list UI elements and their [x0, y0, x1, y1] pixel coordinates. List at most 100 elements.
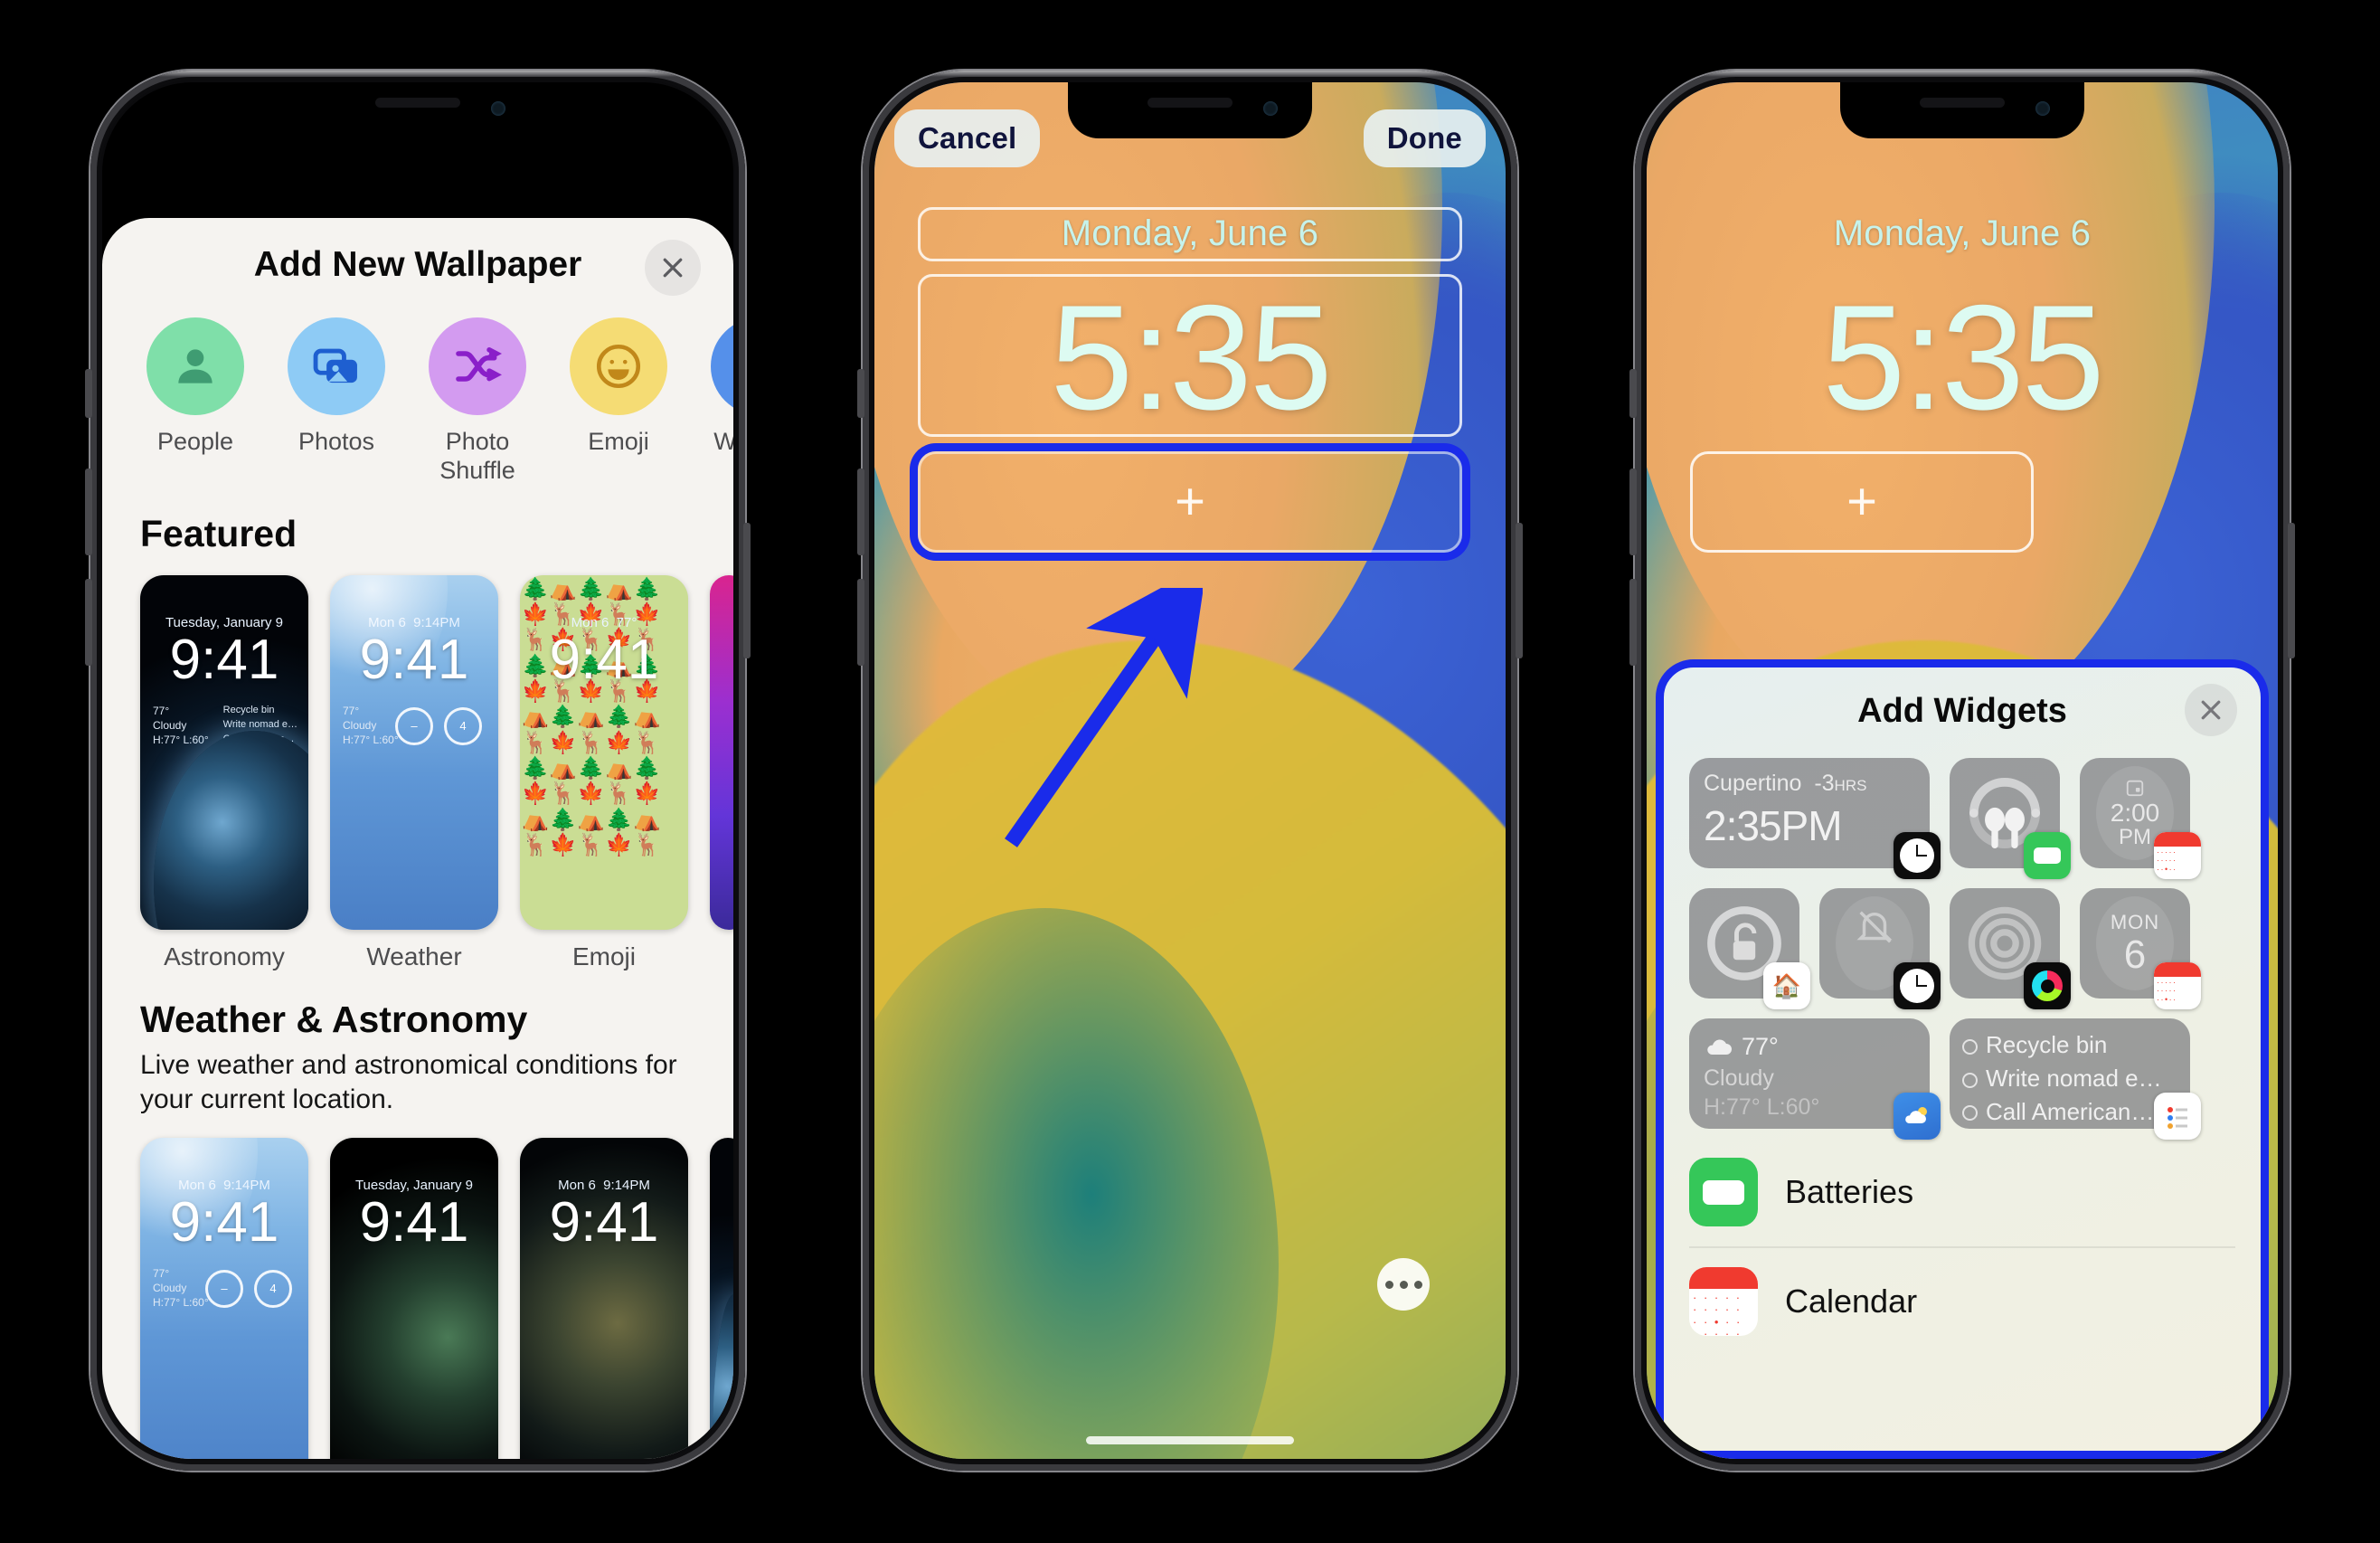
fitness-app-icon — [2024, 962, 2071, 1009]
power-button[interactable] — [743, 523, 751, 658]
batteries-widget[interactable] — [1950, 758, 2071, 879]
home-indicator[interactable] — [1086, 1436, 1294, 1444]
list-item-batteries[interactable]: Batteries — [1689, 1138, 2235, 1246]
category-label: Photo Shuffle — [439, 428, 515, 484]
ellipsis-icon[interactable] — [1377, 1258, 1430, 1311]
widget-gallery-grid: Cupertino -3HRS 2:35PM 2:00 PM ····· ···… — [1664, 754, 2261, 1140]
wallpaper-thumb-wa-2[interactable]: Tuesday, January 9 9:41 — [330, 1137, 498, 1459]
weather-widget[interactable]: 77° Cloudy H:77° L:60° — [1689, 1018, 1941, 1140]
wallpaper-thumb-weather[interactable]: Mon 6 9:14PM 9:41 77° Cloudy H:77° L:60°… — [330, 574, 498, 971]
volume-up-button[interactable] — [85, 469, 92, 555]
list-item-calendar[interactable]: · · · · · · · · · · · · • · · · · · · · Cal… — [1689, 1246, 2235, 1355]
weather-app-icon — [1894, 1093, 1941, 1140]
day-number: 6 — [2123, 932, 2147, 977]
thumb-preview: 🌲⛺🌲⛺🌲🍁🦌🍁🦌🍁🦌🍁🦌🍁🦌🌲⛺🌲⛺🌲🍁🦌🍁🦌🍁⛺🌲⛺🌲⛺🦌🍁🦌🍁🦌🌲⛺🌲⛺🌲… — [520, 574, 688, 930]
reminders-app-icon — [2154, 1093, 2201, 1140]
fitness-rings-widget[interactable] — [1950, 888, 2071, 1009]
section-description: Live weather and astronomical conditions… — [140, 1049, 677, 1115]
category-people[interactable]: People — [140, 317, 250, 486]
calendar-event-widget[interactable]: 2:00 PM ····· ····· ··•·· — [2080, 758, 2201, 879]
done-button[interactable]: Done — [1363, 109, 1486, 167]
wallpaper-thumb-emoji[interactable]: 🌲⛺🌲⛺🌲🍁🦌🍁🦌🍁🦌🍁🦌🍁🦌🌲⛺🌲⛺🌲🍁🦌🍁🦌🍁⛺🌲⛺🌲⛺🦌🍁🦌🍁🦌🌲⛺🌲⛺🌲… — [520, 574, 688, 971]
calendar-glyph-icon — [2126, 780, 2144, 796]
thumb-temp: 77° — [153, 704, 170, 717]
phone-device-1: Add New Wallpaper People Photos Photo Sh… — [85, 71, 751, 1471]
category-emoji[interactable]: Emoji — [563, 317, 674, 486]
featured-thumb-row: Tuesday, January 9 9:41 77° Cloudy H:77°… — [102, 555, 733, 971]
widget-ring-icon: – — [395, 706, 433, 745]
reminder-text: Call American… — [1986, 1097, 2155, 1125]
add-widgets-panel: Add Widgets Cupertino -3HRS 2:35PM 2:00 … — [1656, 659, 2269, 1459]
wallpaper-thumb-wa-3[interactable]: Mon 6 9:14PM 9:41 — [520, 1137, 688, 1459]
reminder-row: Recycle bin — [1962, 1028, 2190, 1062]
wallpaper-thumb-wa-partial[interactable] — [710, 1137, 733, 1459]
sheet-header: Add New Wallpaper — [102, 218, 733, 312]
earpiece-speaker — [1148, 98, 1232, 108]
offset-unit: HRS — [1834, 777, 1867, 794]
reminder-item: Call American… — [222, 733, 295, 744]
widget-ring-icon: 4 — [444, 706, 482, 745]
category-photos[interactable]: Photos — [281, 317, 392, 486]
thumb-time: 9:41 — [359, 628, 469, 691]
screenshot-stage: Add New Wallpaper People Photos Photo Sh… — [0, 0, 2380, 1543]
widget-slot-add[interactable]: + — [1690, 451, 2034, 553]
thumb-preview — [710, 574, 733, 930]
mute-switch[interactable] — [85, 369, 92, 418]
thumb-temp: 77° — [153, 1266, 170, 1280]
panel-title: Add Widgets — [1857, 691, 2067, 730]
world-clock-widget[interactable]: Cupertino -3HRS 2:35PM — [1689, 758, 1941, 879]
thumb-weather: 77° Cloudy H:77° L:60° — [153, 704, 209, 748]
mute-switch[interactable] — [1629, 369, 1637, 418]
reminder-text: Write nomad e… — [1986, 1064, 2162, 1092]
thumb-hilo: H:77° L:60° — [153, 734, 209, 747]
mute-switch[interactable] — [857, 369, 864, 418]
clock-app-icon — [1894, 962, 1941, 1009]
widget-row: 🏠 MON 6 ····· ····· ··•·· — [1689, 888, 2235, 1009]
calendar-date-widget[interactable]: MON 6 ····· ····· ··•·· — [2080, 888, 2201, 1009]
thumb-label: Astronomy — [164, 942, 285, 970]
notch-1 — [296, 82, 540, 138]
checkbox-icon — [1962, 1105, 1978, 1122]
section-title-featured: Featured — [140, 512, 298, 554]
section-title-weather-astronomy: Weather & Astronomy — [140, 998, 528, 1040]
close-icon[interactable] — [645, 240, 701, 296]
thumb-temp: 77° — [343, 704, 360, 717]
wallpaper-thumb-wa-1[interactable]: Mon 6 9:14PM 9:41 77° Cloudy H:77° L:60°… — [140, 1137, 308, 1459]
wallpaper-thumb-partial[interactable] — [710, 574, 733, 971]
reminders-widget[interactable]: Recycle bin Write nomad e… Call American… — [1950, 1018, 2201, 1140]
volume-down-button[interactable] — [1629, 579, 1637, 666]
thumb-date-text: Mon 6 — [368, 614, 406, 630]
widget-row: 77° Cloudy H:77° L:60° Recycle bin Write… — [1689, 1018, 2235, 1140]
alarm-widget[interactable] — [1819, 888, 1941, 1009]
volume-down-button[interactable] — [857, 579, 864, 666]
thumb-time: 9:41 — [549, 628, 659, 691]
category-weather[interactable]: Weather — [704, 317, 733, 486]
bell-slash-icon — [1856, 911, 1893, 943]
widget-ring-icon: – — [205, 1269, 243, 1308]
plus-icon: + — [1846, 471, 1877, 531]
category-label: Weather — [713, 428, 733, 455]
volume-up-button[interactable] — [857, 469, 864, 555]
home-lock-widget[interactable]: 🏠 — [1689, 888, 1810, 1009]
checkbox-icon — [1962, 1072, 1978, 1088]
thumb-date: Mon 6 9:14PM — [520, 1178, 688, 1193]
power-button[interactable] — [1516, 523, 1523, 658]
thumb-preview: Mon 6 9:14PM 9:41 — [520, 1137, 688, 1459]
widget-row: Cupertino -3HRS 2:35PM 2:00 PM ····· ···… — [1689, 758, 2235, 879]
cancel-button[interactable]: Cancel — [894, 109, 1041, 167]
reminder-text: Recycle bin — [1986, 1031, 2108, 1058]
wallpaper-thumb-astronomy[interactable]: Tuesday, January 9 9:41 77° Cloudy H:77°… — [140, 574, 308, 971]
widget-slot-add[interactable]: + — [918, 451, 1462, 553]
photos-icon — [288, 317, 385, 415]
thumb-condition: Cloudy — [343, 718, 377, 732]
volume-down-button[interactable] — [85, 579, 92, 666]
thumb-date-extra: 9:14PM — [603, 1177, 650, 1193]
thumb-weather: 77° Cloudy H:77° L:60° — [343, 704, 399, 748]
power-button[interactable] — [2288, 523, 2295, 658]
thumb-preview: Tuesday, January 9 9:41 77° Cloudy H:77°… — [140, 574, 308, 930]
volume-up-button[interactable] — [1629, 469, 1637, 555]
category-photo-shuffle[interactable]: Photo Shuffle — [422, 317, 533, 486]
calendar-app-icon: ····· ····· ··•·· — [2154, 962, 2201, 1009]
close-icon[interactable] — [2185, 684, 2237, 736]
thumb-weather: 77° Cloudy H:77° L:60° — [153, 1266, 209, 1311]
